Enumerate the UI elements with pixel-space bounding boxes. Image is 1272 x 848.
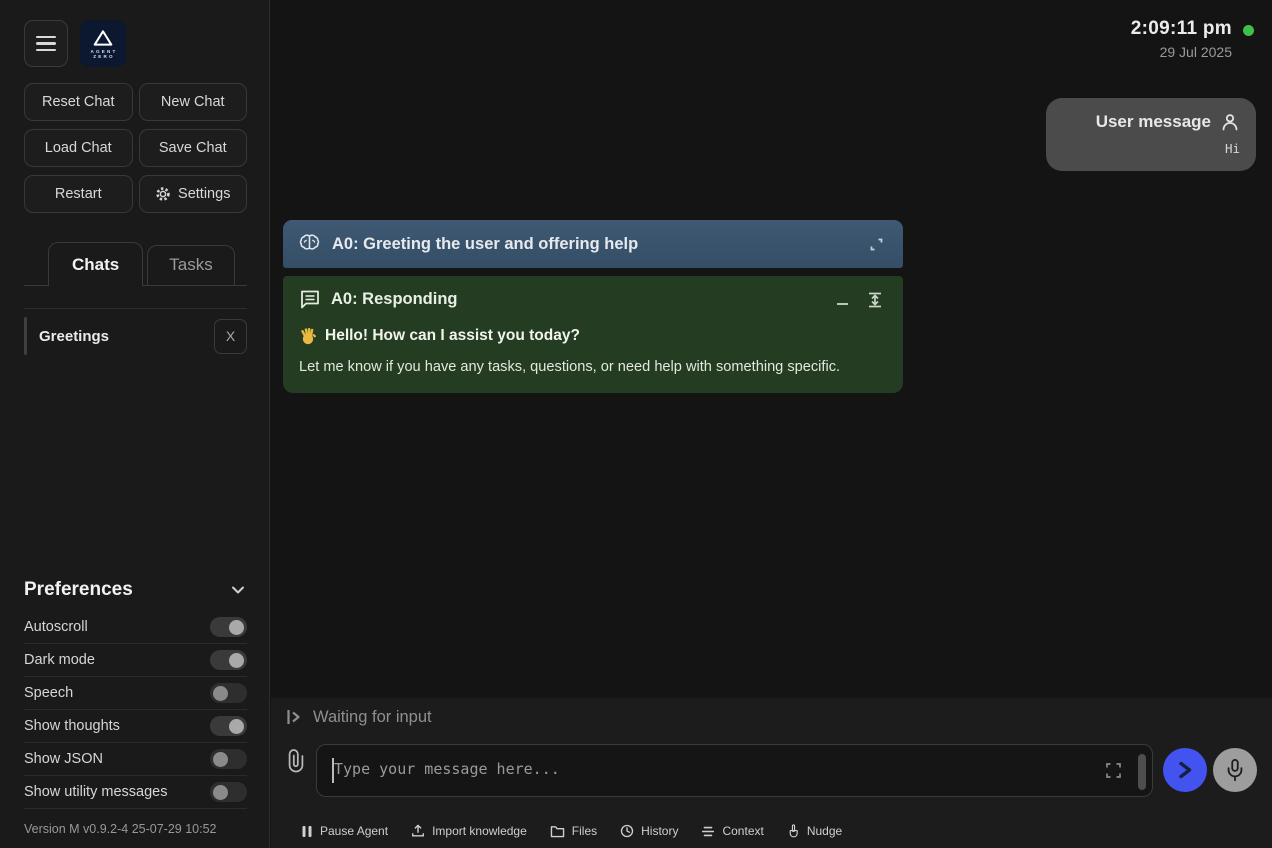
show-thoughts-toggle[interactable] xyxy=(210,716,247,736)
fullscreen-icon xyxy=(1106,763,1121,778)
gear-icon xyxy=(156,187,170,201)
sidebar-actions: Reset Chat New Chat Load Chat Save Chat … xyxy=(24,83,247,213)
show-json-toggle[interactable] xyxy=(210,749,247,769)
agent-topic-message: A0: Greeting the user and offering help xyxy=(283,220,903,268)
version-label: Version M v0.9.2-4 25-07-29 10:52 xyxy=(24,822,217,836)
pause-agent-button[interactable]: Pause Agent xyxy=(301,824,388,838)
current-date: 29 Jul 2025 xyxy=(1159,44,1232,60)
user-message-bubble: User message Hi xyxy=(1046,98,1256,171)
fullscreen-input-button[interactable] xyxy=(1105,762,1122,779)
microphone-icon xyxy=(1227,759,1243,781)
expand-height-button[interactable] xyxy=(863,291,887,309)
response-body-text: Let me know if you have any tasks, quest… xyxy=(299,359,841,375)
clock-widget: 2:09:11 pm 29 Jul 2025 xyxy=(1131,18,1254,60)
pref-row-autoscroll: Autoscroll xyxy=(24,611,247,644)
message-input[interactable] xyxy=(317,745,1152,796)
folder-icon xyxy=(550,825,565,837)
composer-toolbar: Pause Agent Import knowledge Files Histo… xyxy=(301,824,842,838)
save-chat-button[interactable]: Save Chat xyxy=(138,129,247,167)
pref-row-show-utility: Show utility messages xyxy=(24,776,247,809)
load-chat-button[interactable]: Load Chat xyxy=(24,129,133,167)
paperclip-icon xyxy=(288,749,304,773)
agent-response-title: A0: Responding xyxy=(331,290,458,308)
minimize-icon xyxy=(837,302,848,305)
agent-status: Waiting for input xyxy=(285,707,432,727)
chat-list: Greetings X xyxy=(24,308,247,357)
minimize-message-button[interactable] xyxy=(832,292,853,308)
waiting-input-icon xyxy=(287,710,300,724)
input-scrollbar[interactable] xyxy=(1138,754,1146,790)
files-button[interactable]: Files xyxy=(550,824,597,838)
pref-row-dark-mode: Dark mode xyxy=(24,644,247,677)
user-icon xyxy=(1222,114,1238,131)
tab-chats[interactable]: Chats xyxy=(48,242,144,286)
preferences-header[interactable]: Preferences xyxy=(24,575,247,611)
message-icon xyxy=(301,290,319,309)
agent-zero-logo: AGENT ZERO xyxy=(80,20,126,67)
connection-status-dot xyxy=(1243,25,1254,36)
preferences-section: Preferences Autoscroll Dark mode Speech … xyxy=(24,575,247,809)
attach-file-button[interactable] xyxy=(285,748,307,774)
pause-icon xyxy=(302,825,312,837)
menu-button[interactable] xyxy=(24,20,68,67)
history-icon xyxy=(620,824,634,838)
new-chat-button[interactable]: New Chat xyxy=(138,83,247,121)
waving-hand-icon xyxy=(301,327,316,345)
user-message-text: Hi xyxy=(1224,141,1240,156)
composer: Waiting for input Type your message here… xyxy=(271,698,1272,848)
chat-area: 2:09:11 pm 29 Jul 2025 User message Hi A… xyxy=(271,0,1272,848)
hamburger-icon xyxy=(36,35,56,39)
agent-topic-title: A0: Greeting the user and offering help xyxy=(332,234,639,253)
pref-row-show-thoughts: Show thoughts xyxy=(24,710,247,743)
autoscroll-toggle[interactable] xyxy=(210,617,247,637)
speech-toggle[interactable] xyxy=(210,683,247,703)
expand-message-button[interactable] xyxy=(865,236,888,253)
pointer-hand-icon xyxy=(789,824,798,838)
microphone-button[interactable] xyxy=(1213,748,1257,792)
send-button[interactable] xyxy=(1163,748,1207,792)
response-heading-text: Hello! How can I assist you today? xyxy=(325,327,580,344)
upload-icon xyxy=(412,824,425,837)
sidebar: AGENT ZERO Reset Chat New Chat Load Chat… xyxy=(0,0,270,848)
preferences-title: Preferences xyxy=(24,579,133,600)
chevron-down-icon xyxy=(232,586,244,594)
sidebar-header: AGENT ZERO xyxy=(24,20,247,67)
chat-item-label: Greetings xyxy=(39,327,110,345)
tab-tasks[interactable]: Tasks xyxy=(147,245,235,285)
message-input-wrap xyxy=(316,744,1153,797)
expand-diagonal-icon xyxy=(870,238,883,250)
restart-button[interactable]: Restart xyxy=(24,175,133,213)
current-time: 2:09:11 pm xyxy=(1130,18,1232,39)
import-knowledge-button[interactable]: Import knowledge xyxy=(411,824,527,838)
close-chat-button[interactable]: X xyxy=(214,318,247,354)
settings-button[interactable]: Settings xyxy=(138,175,247,213)
context-lines-icon xyxy=(702,826,715,836)
pref-row-show-json: Show JSON xyxy=(24,743,247,776)
triangle-logo-icon xyxy=(93,29,113,46)
chat-list-item-greetings[interactable]: Greetings X xyxy=(24,315,247,357)
context-button[interactable]: Context xyxy=(701,824,764,838)
agent-status-text: Waiting for input xyxy=(313,707,432,726)
pref-row-speech: Speech xyxy=(24,677,247,710)
user-message-title: User message xyxy=(1095,112,1211,131)
logo-text: AGENT ZERO xyxy=(90,48,118,59)
agent-response-message: A0: Responding Hello! How can I assist y… xyxy=(283,276,903,393)
reset-chat-button[interactable]: Reset Chat xyxy=(24,83,133,121)
history-button[interactable]: History xyxy=(620,824,678,838)
show-utility-toggle[interactable] xyxy=(210,782,247,802)
chat-item-accent xyxy=(24,317,27,355)
expand-vertical-icon xyxy=(869,292,881,307)
brain-icon xyxy=(299,234,320,250)
dark-mode-toggle[interactable] xyxy=(210,650,247,670)
text-caret xyxy=(332,758,334,783)
nudge-button[interactable]: Nudge xyxy=(787,824,842,838)
sidebar-tabs: Chats Tasks xyxy=(24,242,247,286)
send-arrow-icon xyxy=(1179,761,1192,779)
